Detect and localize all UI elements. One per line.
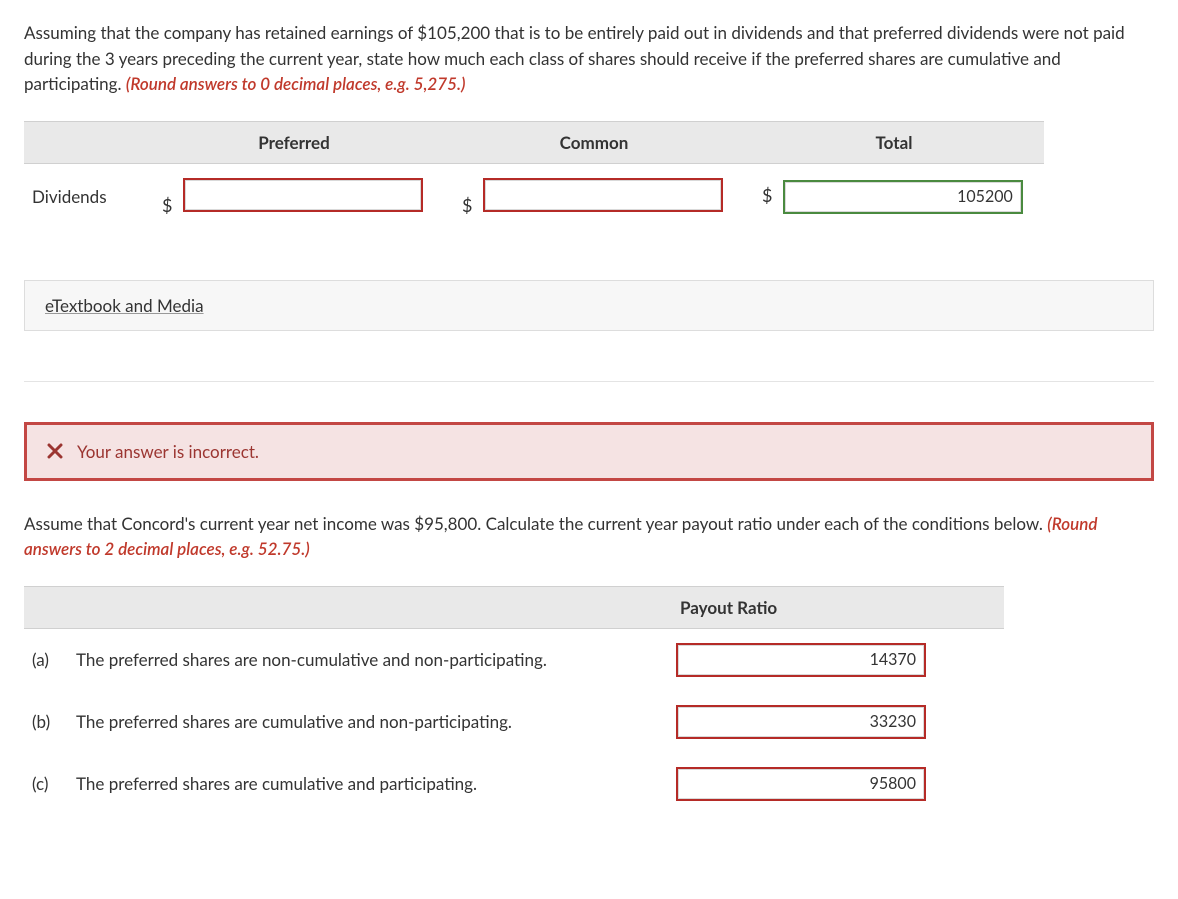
etextbook-link[interactable]: eTextbook and Media	[24, 280, 1154, 331]
q2-intro: Assume that Concord's current year net i…	[24, 513, 1047, 534]
q1-round-note: (Round answers to 0 decimal places, e.g.…	[126, 73, 466, 94]
currency-symbol: $	[152, 194, 178, 216]
currency-symbol: $	[752, 184, 778, 206]
section-divider	[24, 381, 1154, 382]
question1-text: Assuming that the company has retained e…	[24, 20, 1154, 97]
col-preferred: Preferred	[144, 121, 444, 163]
part-b-label: (b)	[24, 691, 68, 753]
table-row: (c) The preferred shares are cumulative …	[24, 753, 1004, 815]
close-x-icon	[47, 443, 63, 459]
question2-text: Assume that Concord's current year net i…	[24, 511, 1154, 562]
col-payout: Payout Ratio	[668, 586, 1004, 628]
part-a-label: (a)	[24, 628, 68, 691]
payout-c-input[interactable]: 95800	[676, 767, 926, 801]
part-c-text: The preferred shares are cumulative and …	[68, 753, 668, 815]
payout-a-input[interactable]: 14370	[676, 643, 926, 677]
part-c-label: (c)	[24, 753, 68, 815]
dividends-row: Dividends $ $ $ 105200	[24, 163, 1044, 230]
part-a-text: The preferred shares are non-cumulative …	[68, 628, 668, 691]
common-input[interactable]	[483, 178, 723, 212]
currency-symbol: $	[452, 194, 478, 216]
part-b-text: The preferred shares are cumulative and …	[68, 691, 668, 753]
payout-b-input[interactable]: 33230	[676, 705, 926, 739]
alert-text: Your answer is incorrect.	[77, 441, 259, 462]
dividends-table: Preferred Common Total Dividends $ $ $ 1…	[24, 121, 1044, 230]
table-row: (b) The preferred shares are cumulative …	[24, 691, 1004, 753]
etextbook-label: eTextbook and Media	[45, 295, 204, 316]
total-input[interactable]: 105200	[783, 180, 1023, 214]
row-label-dividends: Dividends	[24, 163, 144, 230]
preferred-input[interactable]	[183, 178, 423, 212]
incorrect-alert: Your answer is incorrect.	[24, 422, 1154, 481]
table-row: (a) The preferred shares are non-cumulat…	[24, 628, 1004, 691]
payout-table: Payout Ratio (a) The preferred shares ar…	[24, 586, 1004, 815]
col-total: Total	[744, 121, 1044, 163]
col-common: Common	[444, 121, 744, 163]
